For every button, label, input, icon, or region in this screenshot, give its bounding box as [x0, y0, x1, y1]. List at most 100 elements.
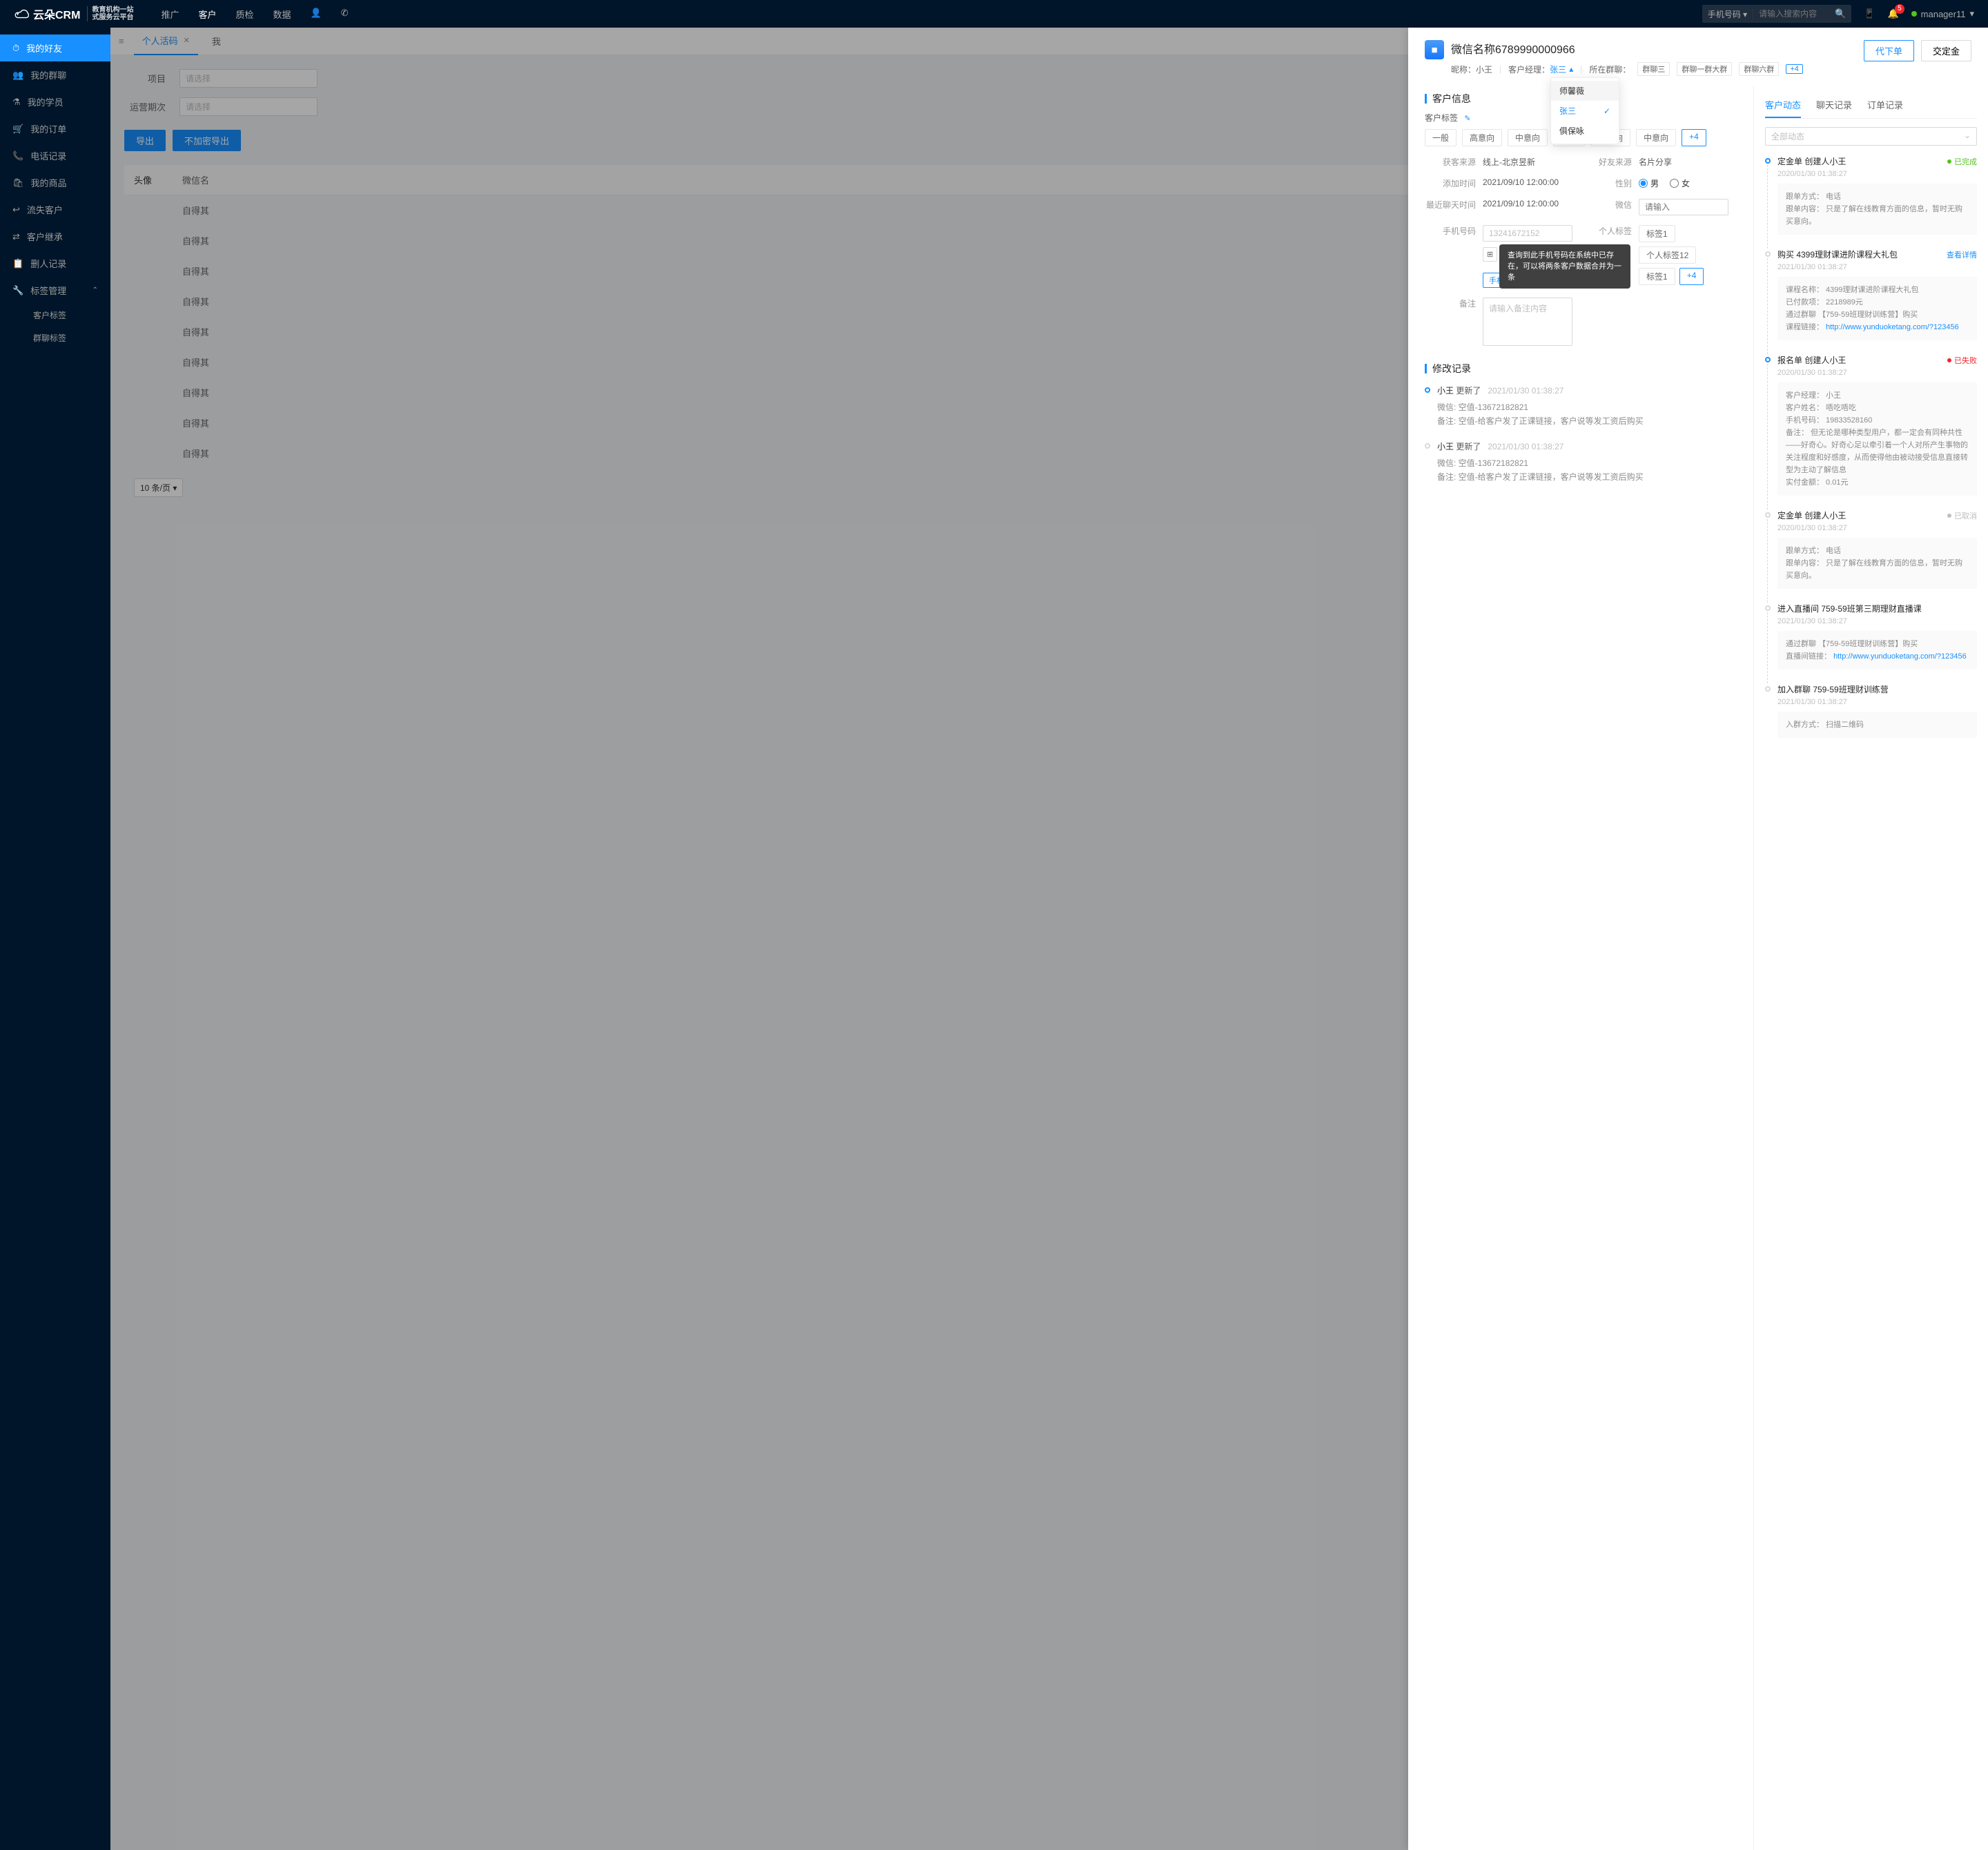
- sidebar-item-calllog[interactable]: 📞电话记录: [0, 142, 110, 169]
- list-icon: 📋: [12, 258, 23, 269]
- timeline-card: 通过群聊 【759-59班理财训练营】购买直播间链接： http://www.y…: [1777, 631, 1977, 670]
- nav-promote[interactable]: 推广: [161, 8, 179, 21]
- chevron-down-icon: ⌄: [1964, 130, 1971, 140]
- timeline-title: 进入直播间 759-59班第三期理财直播课: [1777, 603, 1922, 614]
- customer-detail-panel: ■ 微信名称6789990000966 昵称：小王 | 客户经理：张三 ▴ | …: [1408, 28, 1988, 1850]
- timeline-dot-icon: [1765, 251, 1771, 257]
- personal-tags-more-button[interactable]: +4: [1679, 268, 1704, 285]
- nav-data[interactable]: 数据: [273, 8, 291, 21]
- sidebar-item-groups[interactable]: 👥我的群聊: [0, 61, 110, 88]
- timeline-title: 定金单 创建人小王: [1777, 509, 1846, 521]
- phone-lookup-icon[interactable]: ⊞: [1483, 247, 1497, 262]
- timeline-dot-icon: [1765, 357, 1771, 362]
- nav-phone-icon[interactable]: ✆: [341, 8, 349, 21]
- phone-duplicate-tooltip: 查询到此手机号码在系统中已存在，可以将两条客户数据合并为一条: [1499, 244, 1630, 289]
- info-last-chat: 2021/09/10 12:00:00: [1483, 199, 1559, 208]
- course-link[interactable]: http://www.yunduoketang.com/?123456: [1826, 323, 1959, 331]
- personal-tag[interactable]: 个人标签12: [1639, 246, 1696, 264]
- group-chip[interactable]: 群聊六群: [1739, 62, 1779, 76]
- course-link[interactable]: http://www.yunduoketang.com/?123456: [1833, 652, 1967, 661]
- timeline-dot-icon: [1765, 686, 1771, 692]
- section-modlog: 修改记录: [1425, 364, 1737, 373]
- customer-tag[interactable]: 高意向: [1462, 129, 1502, 146]
- timeline-title: 报名单 创建人小王: [1777, 354, 1846, 366]
- sidebar-sub-customer-tags[interactable]: 客户标签: [0, 304, 110, 327]
- remark-input[interactable]: 请输入备注内容: [1483, 298, 1572, 346]
- wechat-icon: ■: [1425, 40, 1444, 59]
- group-icon: 👥: [12, 70, 23, 81]
- timeline-dot-icon: [1425, 387, 1430, 393]
- group-chip[interactable]: 群聊一群大群: [1677, 62, 1732, 76]
- dropdown-option[interactable]: 俱保咏: [1551, 121, 1619, 141]
- nav-customer[interactable]: 客户: [198, 8, 216, 21]
- tags-more-button[interactable]: +4: [1682, 129, 1706, 146]
- search-input[interactable]: [1753, 9, 1829, 19]
- modlog-content: 微信: 空值-13672182821备注: 空值-给客户发了正课链接，客户说等发…: [1437, 456, 1737, 484]
- sidebar: ⏱我的好友 👥我的群聊 ⚗我的学员 🛒我的订单 📞电话记录 🛍我的商品 ↩流失客…: [0, 28, 110, 1850]
- modlog-head: 小王 更新了2021/01/30 01:38:27: [1437, 440, 1737, 452]
- search-group: 手机号码 ▾ 🔍: [1702, 5, 1852, 23]
- sidebar-item-friends[interactable]: ⏱我的好友: [0, 35, 110, 61]
- timeline-time: 2021/01/30 01:38:27: [1777, 698, 1977, 706]
- edit-tags-icon[interactable]: ✎: [1464, 115, 1470, 123]
- info-source: 线上-北京昱新: [1483, 156, 1535, 168]
- bell-icon[interactable]: 🔔5: [1887, 8, 1898, 19]
- main-content: ≡ 个人活码✕ 我 项目 请选择 运营期次 请选择 导出 不加密导出 头像: [110, 28, 1988, 1850]
- wechat-input[interactable]: [1639, 199, 1728, 215]
- personal-tag[interactable]: 标签1: [1639, 225, 1675, 242]
- info-add-time: 2021/09/10 12:00:00: [1483, 177, 1559, 187]
- chevron-down-icon: ▾: [1969, 8, 1974, 19]
- place-order-button[interactable]: 代下单: [1864, 40, 1914, 61]
- gender-male-radio[interactable]: 男: [1639, 177, 1659, 189]
- phone-input[interactable]: [1483, 225, 1572, 242]
- timeline-card: 客户经理： 小王客户姓名： 唔吃唔吃手机号码： 19833528160 备注： …: [1777, 382, 1977, 496]
- timeline-time: 2021/01/30 01:38:27: [1777, 617, 1977, 625]
- nav-user-icon[interactable]: 👤: [311, 8, 322, 21]
- mobile-icon[interactable]: 📱: [1864, 8, 1875, 19]
- groups-more-button[interactable]: +4: [1786, 64, 1803, 74]
- search-type-select[interactable]: 手机号码 ▾: [1702, 8, 1753, 20]
- customer-tag[interactable]: 中意向: [1636, 129, 1676, 146]
- sidebar-item-tag-mgmt[interactable]: 🔧标签管理⌃: [0, 277, 110, 304]
- customer-tag[interactable]: 中意向: [1508, 129, 1548, 146]
- cart-icon: 🛒: [12, 124, 23, 135]
- churn-icon: ↩: [12, 204, 20, 215]
- timeline-time: 2020/01/30 01:38:27: [1777, 369, 1977, 377]
- sidebar-item-students[interactable]: ⚗我的学员: [0, 88, 110, 115]
- check-icon: ✓: [1604, 106, 1610, 116]
- activity-filter-select[interactable]: 全部动态⌄: [1765, 127, 1977, 146]
- timeline-dot-icon: [1765, 158, 1771, 164]
- notification-badge: 5: [1895, 4, 1904, 14]
- mgr-select[interactable]: 张三 ▴: [1550, 64, 1573, 75]
- sidebar-item-goods[interactable]: 🛍我的商品: [0, 169, 110, 196]
- phone-icon: 📞: [12, 150, 23, 162]
- timeline-time: 2021/01/30 01:38:27: [1777, 263, 1977, 271]
- sidebar-item-delete-log[interactable]: 📋删人记录: [0, 250, 110, 277]
- group-chip[interactable]: 群聊三: [1637, 62, 1670, 76]
- gender-female-radio[interactable]: 女: [1670, 177, 1690, 189]
- sidebar-item-churn[interactable]: ↩流失客户: [0, 196, 110, 223]
- mgr-dropdown: 师馨薇 张三✓ 俱保咏: [1550, 77, 1619, 144]
- tab-chat-log[interactable]: 聊天记录: [1816, 92, 1852, 118]
- view-detail-link[interactable]: 查看详情: [1947, 249, 1977, 260]
- nav-qc[interactable]: 质检: [235, 8, 253, 21]
- timeline-dot-icon: [1765, 512, 1771, 518]
- flask-icon: ⚗: [12, 97, 21, 108]
- logo: 云朵CRM 教育机构一站式服务云平台: [14, 6, 133, 22]
- timeline-title: 加入群聊 759-59班理财训练营: [1777, 683, 1889, 695]
- personal-tag[interactable]: 标签1: [1639, 268, 1675, 285]
- deposit-button[interactable]: 交定金: [1921, 40, 1971, 61]
- timeline-card: 跟单方式： 电话跟单内容： 只是了解在线教育方面的信息，暂时无购买意向。: [1777, 538, 1977, 589]
- tab-customer-activity[interactable]: 客户动态: [1765, 92, 1801, 118]
- timeline-card: 跟单方式： 电话跟单内容： 只是了解在线教育方面的信息，暂时无购买意向。: [1777, 184, 1977, 235]
- sidebar-item-inherit[interactable]: ⇄客户继承: [0, 223, 110, 250]
- tab-order-log[interactable]: 订单记录: [1867, 92, 1903, 118]
- search-icon[interactable]: 🔍: [1829, 8, 1851, 19]
- dropdown-option[interactable]: 张三✓: [1551, 101, 1619, 121]
- user-menu[interactable]: manager11 ▾: [1911, 8, 1974, 19]
- dropdown-option[interactable]: 师馨薇: [1551, 81, 1619, 101]
- sidebar-item-orders[interactable]: 🛒我的订单: [0, 115, 110, 142]
- timeline-time: 2020/01/30 01:38:27: [1777, 170, 1977, 178]
- sidebar-sub-group-tags[interactable]: 群聊标签: [0, 327, 110, 349]
- customer-tag[interactable]: 一般: [1425, 129, 1456, 146]
